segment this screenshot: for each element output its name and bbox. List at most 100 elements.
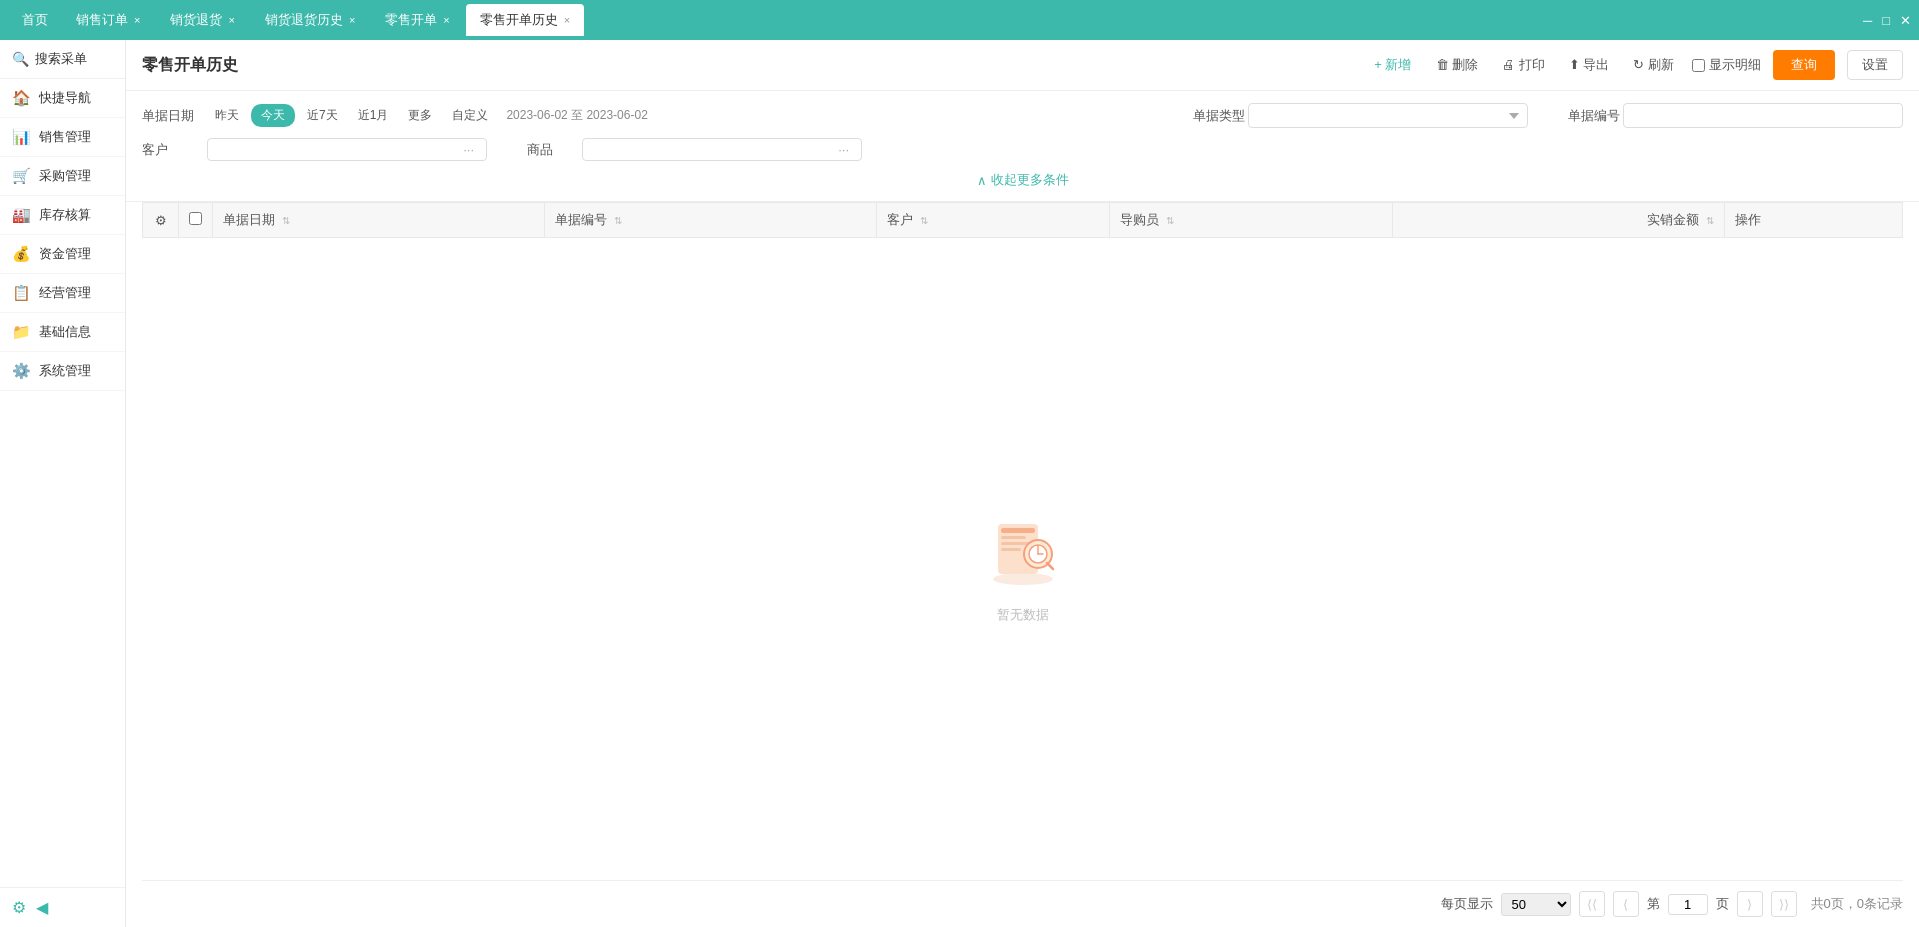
page-title: 零售开单历史: [142, 55, 238, 76]
data-table: ⚙ 单据日期 ⇅ 单据编号 ⇅: [142, 202, 1903, 238]
customer-dots[interactable]: ···: [459, 142, 478, 157]
date-btn-more[interactable]: 更多: [400, 104, 440, 127]
empty-illustration: [973, 494, 1073, 594]
svg-rect-5: [1001, 548, 1021, 551]
minimize-btn[interactable]: ─: [1863, 13, 1872, 28]
select-all-checkbox[interactable]: [189, 212, 202, 225]
show-detail-label: 显示明细: [1709, 56, 1761, 74]
sort-guide-icon[interactable]: ⇅: [1166, 215, 1174, 226]
toolbar: + 新增 🗑 删除 🖨 打印 ⬆ 导出 ↻ 刷新 显示明细 查询 设置: [1368, 50, 1903, 80]
close-tab-sales-order[interactable]: ×: [134, 14, 140, 26]
tab-sales-return[interactable]: 销货退货 ×: [156, 4, 248, 36]
filter-row-customer: 客户 ··· 商品 ···: [142, 138, 1903, 161]
per-page-select[interactable]: 50 20 100: [1501, 893, 1571, 916]
pagination: 每页显示 50 20 100 ⟨⟨ ⟨ 第 页 ⟩ ⟩⟩ 共0页，0条记录: [142, 880, 1903, 927]
sidebar-item-system[interactable]: ⚙️ 系统管理: [0, 352, 125, 391]
th-guide[interactable]: 导购员 ⇅: [1110, 203, 1393, 238]
type-filter-label: 单据类型: [1193, 107, 1248, 125]
sort-customer-icon[interactable]: ⇅: [920, 215, 928, 226]
print-button[interactable]: 🖨 打印: [1496, 52, 1551, 78]
tab-home[interactable]: 首页: [8, 4, 62, 36]
date-filter-label: 单据日期: [142, 107, 207, 125]
sidebar-item-purchase-mgmt[interactable]: 🛒 采购管理: [0, 157, 125, 196]
th-date-label: 单据日期: [223, 212, 275, 227]
date-btn-today[interactable]: 今天: [251, 104, 295, 127]
home-icon: 🏠: [12, 89, 31, 107]
number-filter-input[interactable]: [1623, 103, 1903, 128]
collapse-more-btn[interactable]: ∧ 收起更多条件: [142, 171, 1903, 189]
show-detail-toggle[interactable]: 显示明细: [1692, 56, 1761, 74]
settings-icon-btn[interactable]: ⚙: [12, 898, 26, 917]
th-number-label: 单据编号: [555, 212, 607, 227]
empty-text: 暂无数据: [997, 606, 1049, 624]
query-button[interactable]: 查询: [1773, 50, 1835, 80]
th-number[interactable]: 单据编号 ⇅: [544, 203, 876, 238]
th-guide-label: 导购员: [1120, 212, 1159, 227]
table-gear-icon[interactable]: ⚙: [155, 213, 167, 228]
table-header-row: ⚙ 单据日期 ⇅ 单据编号 ⇅: [143, 203, 1903, 238]
search-label: 搜索采单: [35, 50, 87, 68]
sidebar-bottom: ⚙ ◀: [0, 887, 125, 927]
sidebar-item-finance[interactable]: 💰 资金管理: [0, 235, 125, 274]
sidebar-item-sales-mgmt[interactable]: 📊 销售管理: [0, 118, 125, 157]
prev-page-btn[interactable]: ⟨: [1613, 891, 1639, 917]
last-page-btn[interactable]: ⟩⟩: [1771, 891, 1797, 917]
sidebar-item-operation[interactable]: 📋 经营管理: [0, 274, 125, 313]
product-filter-input[interactable]: [591, 142, 834, 157]
maximize-btn[interactable]: □: [1882, 13, 1890, 28]
clipboard-icon: 📋: [12, 284, 31, 302]
th-amount[interactable]: 实销金额 ⇅: [1393, 203, 1725, 238]
filter-section: 单据日期 昨天 今天 近7天 近1月 更多 自定义 2023-06-02 至 2…: [126, 91, 1919, 202]
per-page-label: 每页显示: [1441, 895, 1493, 913]
folder-icon: 📁: [12, 323, 31, 341]
sidebar-item-inventory[interactable]: 🏭 库存核算: [0, 196, 125, 235]
first-page-btn[interactable]: ⟨⟨: [1579, 891, 1605, 917]
sidebar-item-quick-nav[interactable]: 🏠 快捷导航: [0, 79, 125, 118]
date-btn-1month[interactable]: 近1月: [350, 104, 397, 127]
th-date[interactable]: 单据日期 ⇅: [213, 203, 545, 238]
date-btn-custom[interactable]: 自定义: [444, 104, 496, 127]
tab-retail-open[interactable]: 零售开单 ×: [371, 4, 463, 36]
close-tab-sales-return-history[interactable]: ×: [349, 14, 355, 26]
th-customer[interactable]: 客户 ⇅: [876, 203, 1109, 238]
tab-sales-return-history[interactable]: 销货退货历史 ×: [251, 4, 369, 36]
show-detail-checkbox[interactable]: [1692, 59, 1705, 72]
date-filter-buttons: 昨天 今天 近7天 近1月 更多 自定义 2023-06-02 至 2023-0…: [207, 104, 648, 127]
chevron-up-icon: ∧: [977, 173, 987, 188]
close-tab-sales-return[interactable]: ×: [228, 14, 234, 26]
th-gear[interactable]: ⚙: [143, 203, 179, 238]
next-page-btn[interactable]: ⟩: [1737, 891, 1763, 917]
date-btn-yesterday[interactable]: 昨天: [207, 104, 247, 127]
customer-filter-input[interactable]: [216, 142, 459, 157]
close-tab-retail-open-history[interactable]: ×: [564, 14, 570, 26]
sidebar-item-label: 采购管理: [39, 167, 91, 185]
sort-date-icon[interactable]: ⇅: [282, 215, 290, 226]
sort-number-icon[interactable]: ⇅: [614, 215, 622, 226]
settings-button[interactable]: 设置: [1847, 50, 1903, 80]
refresh-button[interactable]: ↻ 刷新: [1627, 52, 1680, 78]
date-btn-7days[interactable]: 近7天: [299, 104, 346, 127]
sidebar-item-label: 快捷导航: [39, 89, 91, 107]
content-area: 零售开单历史 + 新增 🗑 删除 🖨 打印 ⬆ 导出 ↻ 刷新 显示明细 查询 …: [126, 40, 1919, 927]
sidebar-search[interactable]: 🔍 搜索采单: [0, 40, 125, 79]
warehouse-icon: 🏭: [12, 206, 31, 224]
filter-row-date: 单据日期 昨天 今天 近7天 近1月 更多 自定义 2023-06-02 至 2…: [142, 103, 1903, 128]
type-filter-select[interactable]: [1248, 103, 1528, 128]
tab-bar: 首页 销售订单 × 销货退货 × 销货退货历史 × 零售开单 × 零售开单历史 …: [0, 0, 1919, 40]
close-tab-retail-open[interactable]: ×: [443, 14, 449, 26]
sort-amount-icon[interactable]: ⇅: [1706, 215, 1714, 226]
tab-retail-open-history[interactable]: 零售开单历史 ×: [466, 4, 584, 36]
tab-sales-order[interactable]: 销售订单 ×: [62, 4, 154, 36]
th-checkbox[interactable]: [179, 203, 213, 238]
delete-button[interactable]: 🗑 删除: [1430, 52, 1485, 78]
product-dots[interactable]: ···: [834, 142, 853, 157]
page-number-input[interactable]: [1668, 894, 1708, 915]
collapse-sidebar-btn[interactable]: ◀: [36, 898, 48, 917]
add-button[interactable]: + 新增: [1368, 52, 1417, 78]
sidebar-item-basic-info[interactable]: 📁 基础信息: [0, 313, 125, 352]
export-button[interactable]: ⬆ 导出: [1563, 52, 1616, 78]
close-btn[interactable]: ✕: [1900, 13, 1911, 28]
sidebar-item-label: 资金管理: [39, 245, 91, 263]
collapse-label: 收起更多条件: [991, 171, 1069, 189]
svg-rect-2: [1001, 528, 1035, 533]
